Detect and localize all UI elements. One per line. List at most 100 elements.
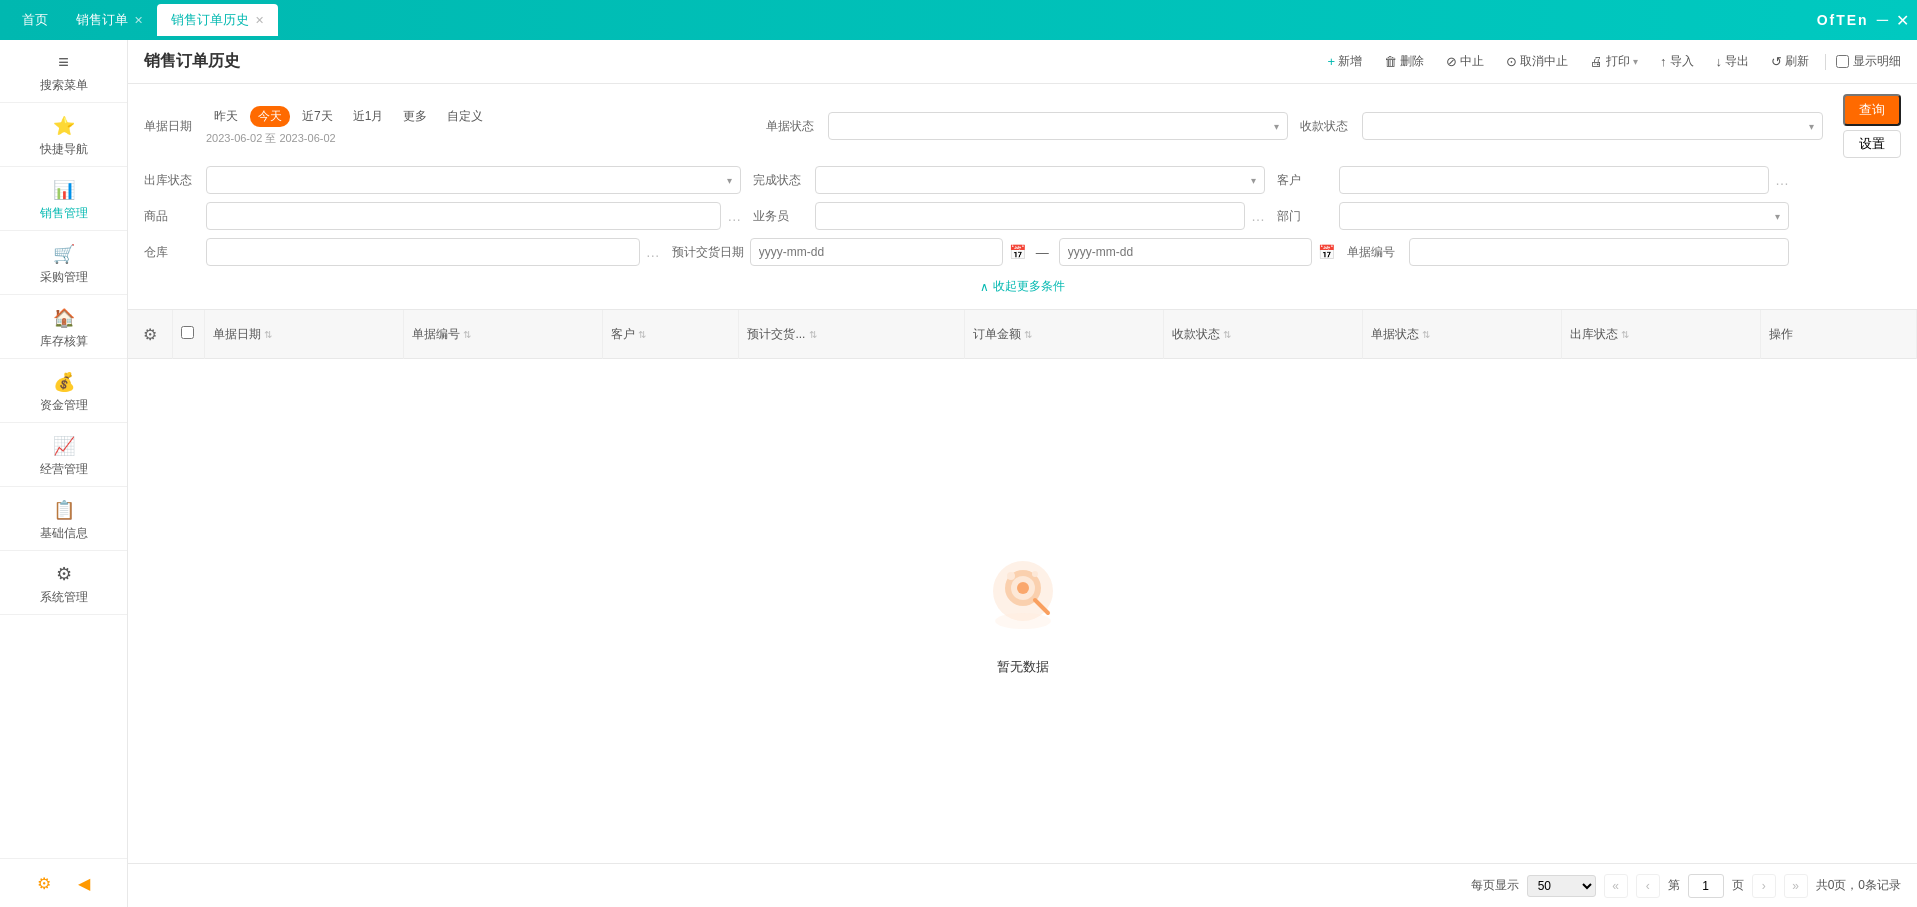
sidebar-item-search-menu-label: 搜索菜单 xyxy=(40,77,88,94)
col-date-label: 单据日期 xyxy=(213,327,261,341)
expected-date-from-input[interactable] xyxy=(750,238,1003,266)
product-dots-icon[interactable]: … xyxy=(727,208,741,224)
sidebar-expand-btn[interactable]: ◀ xyxy=(68,867,100,899)
first-page-btn[interactable]: « xyxy=(1604,874,1628,898)
date-separator: — xyxy=(1036,245,1049,260)
page-size-select[interactable]: 50 100 200 xyxy=(1527,875,1596,897)
export-label: 导出 xyxy=(1725,53,1749,70)
expected-date-field: 预计交货日期 📅 — 📅 xyxy=(672,238,1335,266)
tab-sales-order-history[interactable]: 销售订单历史 ✕ xyxy=(157,4,278,36)
col-outbound-sort-icon: ⇅ xyxy=(1621,329,1629,340)
purchase-mgmt-icon: 🛒 xyxy=(53,243,75,265)
date-filter-field: 单据日期 昨天 今天 近7天 近1月 更多 自定义 2023-06-02 至 2… xyxy=(144,106,754,146)
settings-gear-header[interactable]: ⚙ xyxy=(128,310,173,359)
stop-button[interactable]: ⊘ 中止 xyxy=(1440,50,1490,73)
sidebar-item-system-mgmt[interactable]: ⚙ 系统管理 xyxy=(0,551,127,615)
sidebar-settings-btn[interactable]: ⚙ xyxy=(28,867,60,899)
order-status-select[interactable]: ▾ xyxy=(828,112,1289,140)
salesperson-input[interactable] xyxy=(815,202,1245,230)
query-button[interactable]: 查询 xyxy=(1843,94,1901,126)
col-header-expected-date[interactable]: 预计交货... ⇅ xyxy=(739,310,964,359)
col-header-order-status[interactable]: 单据状态 ⇅ xyxy=(1362,310,1561,359)
col-header-amount[interactable]: 订单金额 ⇅ xyxy=(964,310,1163,359)
cancel-stop-button[interactable]: ⊙ 取消中止 xyxy=(1500,50,1574,73)
collapse-more-btn[interactable]: ∧ 收起更多条件 xyxy=(144,274,1901,299)
print-label: 打印 xyxy=(1606,53,1630,70)
product-input[interactable] xyxy=(206,202,721,230)
outbound-status-field: 出库状态 ▾ xyxy=(144,166,741,194)
expected-date-to-cal-icon[interactable]: 📅 xyxy=(1318,244,1335,260)
sidebar-item-search-menu[interactable]: ≡ 搜索菜单 xyxy=(0,40,127,103)
col-header-outbound-status[interactable]: 出库状态 ⇅ xyxy=(1561,310,1760,359)
date-btn-custom[interactable]: 自定义 xyxy=(439,106,491,127)
svg-point-4 xyxy=(1017,582,1029,594)
add-label: 新增 xyxy=(1338,53,1362,70)
col-payment-sort-icon: ⇅ xyxy=(1223,329,1231,340)
col-header-date[interactable]: 单据日期 ⇅ xyxy=(205,310,404,359)
customer-dots-icon[interactable]: … xyxy=(1775,172,1789,188)
col-header-payment-status[interactable]: 收款状态 ⇅ xyxy=(1163,310,1362,359)
date-btn-last7[interactable]: 近7天 xyxy=(294,106,341,127)
next-page-btn[interactable]: › xyxy=(1752,874,1776,898)
table-settings-icon[interactable]: ⚙ xyxy=(136,320,164,348)
tab-home[interactable]: 首页 xyxy=(8,4,62,36)
col-header-operation: 操作 xyxy=(1760,310,1916,359)
col-header-number[interactable]: 单据编号 ⇅ xyxy=(404,310,603,359)
customer-input[interactable] xyxy=(1339,166,1769,194)
sidebar-item-operations[interactable]: 📈 经营管理 xyxy=(0,423,127,487)
product-field: 商品 … xyxy=(144,202,741,230)
warehouse-dots-icon[interactable]: … xyxy=(646,244,660,260)
delete-button[interactable]: 🗑 删除 xyxy=(1378,50,1430,73)
page-unit: 页 xyxy=(1732,877,1744,894)
order-number-input[interactable] xyxy=(1409,238,1789,266)
page-title: 销售订单历史 xyxy=(144,51,240,72)
payment-status-select[interactable]: ▾ xyxy=(1362,112,1823,140)
settings-btn-filter[interactable]: 设置 xyxy=(1843,130,1901,158)
salesperson-label: 业务员 xyxy=(753,208,809,225)
date-btn-today[interactable]: 今天 xyxy=(250,106,290,127)
date-btn-yesterday[interactable]: 昨天 xyxy=(206,106,246,127)
select-all-checkbox[interactable] xyxy=(181,326,194,339)
add-button[interactable]: + 新增 xyxy=(1321,50,1368,73)
last-page-btn[interactable]: » xyxy=(1784,874,1808,898)
sidebar-item-quick-nav[interactable]: ⭐ 快捷导航 xyxy=(0,103,127,167)
import-button[interactable]: ↑ 导入 xyxy=(1654,50,1700,73)
tab-sales-order-close[interactable]: ✕ xyxy=(134,14,143,27)
total-info: 共0页，0条记录 xyxy=(1816,877,1901,894)
refresh-button[interactable]: ↺ 刷新 xyxy=(1765,50,1815,73)
sidebar-item-inventory[interactable]: 🏠 库存核算 xyxy=(0,295,127,359)
expected-date-from-cal-icon[interactable]: 📅 xyxy=(1009,244,1026,260)
sidebar-item-sales-mgmt[interactable]: 📊 销售管理 xyxy=(0,167,127,231)
outbound-status-select[interactable]: ▾ xyxy=(206,166,741,194)
col-header-customer[interactable]: 客户 ⇅ xyxy=(603,310,739,359)
expected-date-label: 预计交货日期 xyxy=(672,244,744,261)
sidebar-item-purchase-mgmt[interactable]: 🛒 采购管理 xyxy=(0,231,127,295)
expected-date-to-input[interactable] xyxy=(1059,238,1312,266)
window-close-btn[interactable]: ✕ xyxy=(1896,11,1909,30)
tab-sales-order-history-close[interactable]: ✕ xyxy=(255,14,264,27)
print-button[interactable]: 🖨 打印 ▾ xyxy=(1584,50,1644,73)
warehouse-input[interactable] xyxy=(206,238,640,266)
salesperson-field: 业务员 … xyxy=(753,202,1265,230)
tab-sales-order-label: 销售订单 xyxy=(76,11,128,29)
sidebar-item-operations-label: 经营管理 xyxy=(40,461,88,478)
date-btn-more[interactable]: 更多 xyxy=(395,106,435,127)
current-page-input[interactable]: 1 xyxy=(1688,874,1724,898)
date-range-display: 2023-06-02 至 2023-06-02 xyxy=(206,131,491,146)
department-select[interactable]: ▾ xyxy=(1339,202,1789,230)
tab-home-label: 首页 xyxy=(22,11,48,29)
prev-page-btn[interactable]: ‹ xyxy=(1636,874,1660,898)
window-minimize-btn[interactable]: ─ xyxy=(1877,11,1888,29)
tab-sales-order[interactable]: 销售订单 ✕ xyxy=(62,4,157,36)
stop-icon: ⊘ xyxy=(1446,54,1457,69)
date-btn-last1m[interactable]: 近1月 xyxy=(345,106,392,127)
checkbox-header[interactable] xyxy=(173,310,205,359)
export-button[interactable]: ↓ 导出 xyxy=(1710,50,1756,73)
sidebar-item-base-info[interactable]: 📋 基础信息 xyxy=(0,487,127,551)
inventory-icon: 🏠 xyxy=(53,307,75,329)
sidebar-item-finance[interactable]: 💰 资金管理 xyxy=(0,359,127,423)
display-detail-checkbox[interactable] xyxy=(1836,55,1849,68)
department-field: 部门 ▾ xyxy=(1277,202,1789,230)
salesperson-dots-icon[interactable]: … xyxy=(1251,208,1265,224)
completion-status-select[interactable]: ▾ xyxy=(815,166,1265,194)
